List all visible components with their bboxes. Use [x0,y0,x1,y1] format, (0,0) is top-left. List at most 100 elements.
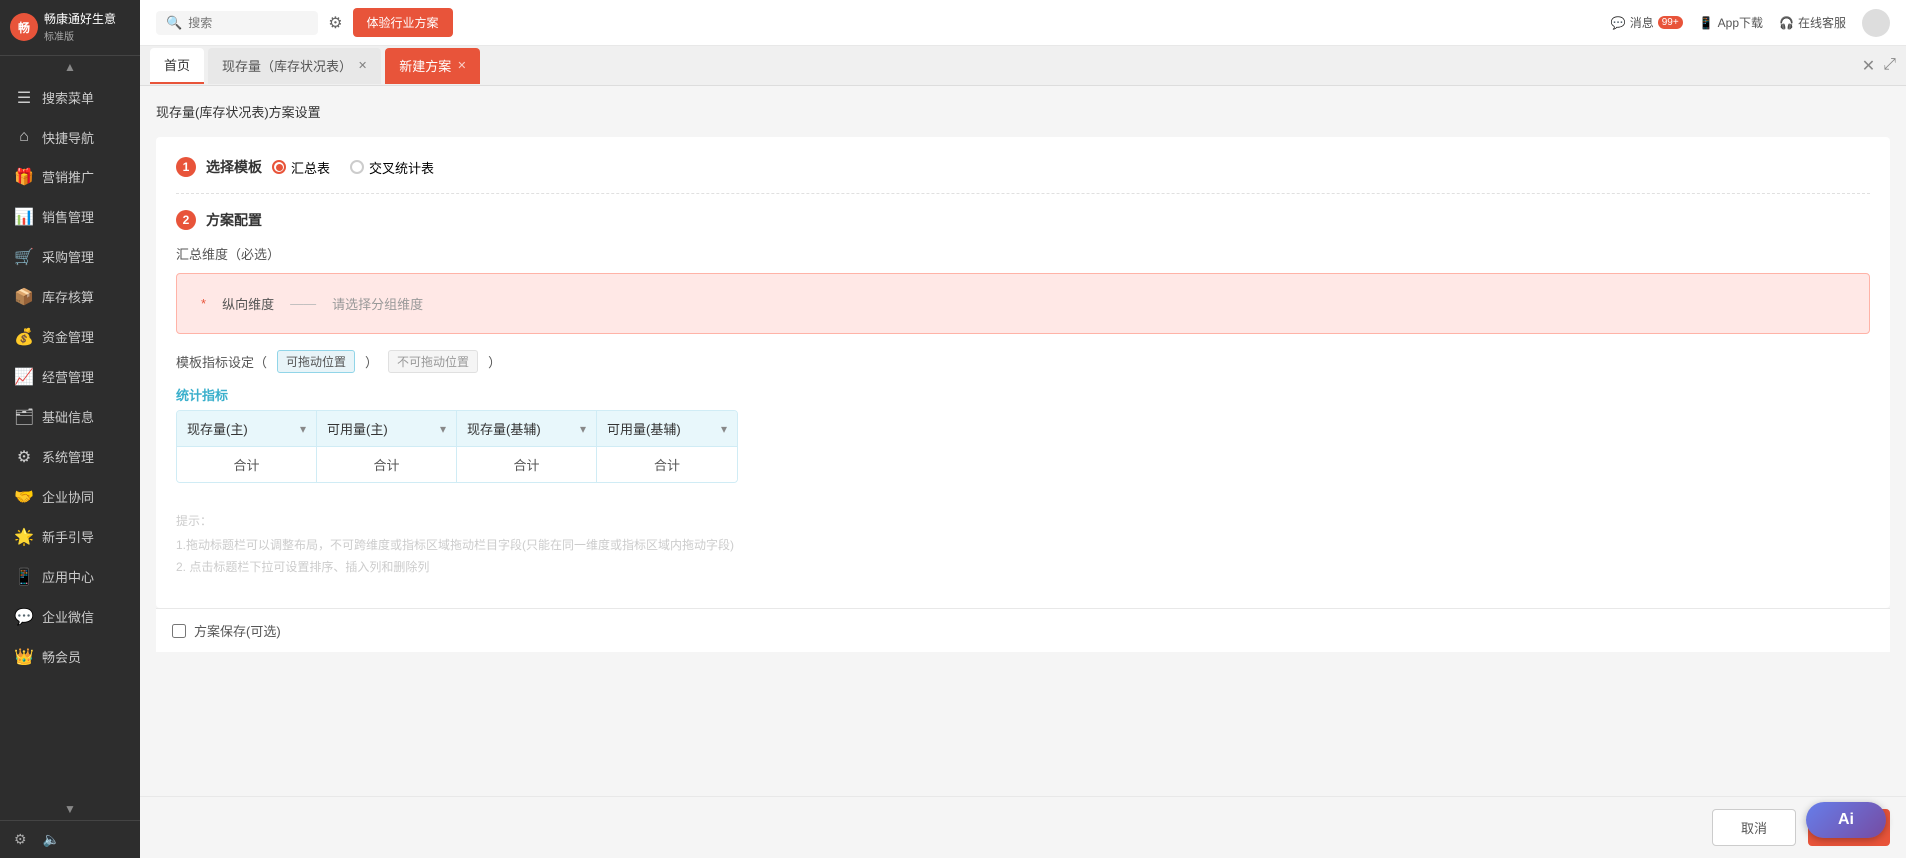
app-download-btn[interactable]: 📱 App下载 [1699,14,1763,31]
sidebar-item-member[interactable]: 👑 畅会员 [0,637,140,677]
stat-table: 现存量(主) ▾ 合计 可用量(主) ▾ 合计 [176,410,738,483]
tab-home[interactable]: 首页 [150,48,204,84]
radio-cross-label: 交叉统计表 [369,158,434,177]
topbar-search[interactable]: 🔍 [156,11,318,35]
trial-btn[interactable]: 体验行业方案 [353,8,453,37]
wechat-icon: 💬 [14,607,34,627]
draggable-tag: 可拖动位置 [277,350,355,373]
sidebar-item-basic-info[interactable]: 🗂 基础信息 [0,397,140,437]
window-expand-btn[interactable]: ⤢ [1883,56,1896,76]
stat-col-0-header[interactable]: 现存量(主) ▾ [177,411,316,447]
sidebar-item-cooperation[interactable]: 🤝 企业协同 [0,477,140,517]
content: 现存量(库存状况表)方案设置 1 选择模板 汇总表 交叉统计表 [140,86,1906,668]
indicator-close: ） [488,352,501,371]
tab-inventory-status-close[interactable]: ✕ [358,59,367,72]
sidebar-nav: ☰ 搜索菜单 ⌂ 快捷导航 🎁 营销推广 📊 销售管理 🛒 采购管理 📦 库存核… [0,78,140,798]
sidebar-item-operations[interactable]: 📈 经营管理 [0,357,140,397]
avatar[interactable] [1862,9,1890,37]
sidebar-logo: 畅 畅康通好生意 标准版 [0,0,140,56]
step1-title: 选择模板 [206,157,262,177]
step2-header: 2 方案配置 [176,210,1870,230]
online-service-btn[interactable]: 🎧 在线客服 [1779,14,1846,31]
search-input[interactable] [188,16,308,30]
tab-new-scheme-label: 新建方案 [399,56,451,75]
non-draggable-tag: 不可拖动位置 [388,350,478,373]
stat-table-wrapper: 统计指标 现存量(主) ▾ 合计 [176,385,1870,502]
radio-cross[interactable]: 交叉统计表 [350,158,434,177]
stat-col-0: 现存量(主) ▾ 合计 [177,411,317,482]
stat-table-header: 现存量(主) ▾ 合计 可用量(主) ▾ 合计 [177,411,737,482]
purchase-icon: 🛒 [14,247,34,267]
stat-section-label: 统计指标 [176,385,1870,404]
sidebar-item-marketing[interactable]: 🎁 营销推广 [0,157,140,197]
tab-home-label: 首页 [164,55,190,74]
search-menu-icon: ☰ [14,88,34,108]
vertical-dim-label: 纵向维度 [222,294,274,313]
step1-divider [176,193,1870,194]
step2-num: 2 [176,210,196,230]
window-controls: ✕ ⤢ [1862,56,1896,76]
dimension-select-box[interactable]: * 纵向维度 —— 请选择分组维度 [176,273,1870,334]
radio-cross-circle [350,160,364,174]
stat-col-3: 可用量(基辅) ▾ 合计 [597,411,737,482]
sidebar-item-sales[interactable]: 📊 销售管理 [0,197,140,237]
tab-new-scheme[interactable]: 新建方案 ✕ [385,48,480,84]
sidebar-item-app-center[interactable]: 📱 应用中心 [0,557,140,597]
speaker-icon[interactable]: 🔈 [43,831,60,848]
save-section: 方案保存(可选) [156,608,1890,652]
radio-summary-circle [272,160,286,174]
inventory-icon: 📦 [14,287,34,307]
save-label: 方案保存(可选) [194,621,281,640]
app-name: 畅康通好生意 [44,12,116,28]
app-download-label: App下载 [1718,14,1763,31]
sidebar-item-label: 经营管理 [42,367,94,386]
stat-col-2-header[interactable]: 现存量(基辅) ▾ [457,411,596,447]
step1-header: 1 选择模板 汇总表 交叉统计表 [176,157,1870,177]
ai-fab-label: Ai [1838,811,1854,829]
sidebar-item-label: 企业微信 [42,607,94,626]
sidebar-item-finance[interactable]: 💰 资金管理 [0,317,140,357]
finance-icon: 💰 [14,327,34,347]
sidebar-scroll-down[interactable]: ▼ [0,798,140,820]
message-icon: 💬 [1611,16,1626,30]
sidebar-item-inventory[interactable]: 📦 库存核算 [0,277,140,317]
sidebar: 畅 畅康通好生意 标准版 ▲ ☰ 搜索菜单 ⌂ 快捷导航 🎁 营销推广 📊 销售… [0,0,140,858]
tips-item-0: 1.拖动标题栏可以调整布局，不可跨维度或指标区域拖动栏目字段(只能在同一维度或指… [176,535,1870,557]
settings-icon[interactable]: ⚙ [14,831,27,848]
stat-col-0-cell: 合计 [177,447,316,482]
stat-col-1-cell: 合计 [317,447,456,482]
sidebar-item-label: 采购管理 [42,247,94,266]
sidebar-item-system[interactable]: ⚙ 系统管理 [0,437,140,477]
operations-icon: 📈 [14,367,34,387]
stat-col-1-header[interactable]: 可用量(主) ▾ [317,411,456,447]
tab-inventory-status[interactable]: 现存量（库存状况表） ✕ [208,48,381,84]
app-center-icon: 📱 [14,567,34,587]
ai-fab-button[interactable]: Ai [1806,802,1886,838]
sidebar-item-label: 资金管理 [42,327,94,346]
new-guide-icon: 🌟 [14,527,34,547]
sidebar-item-search-menu[interactable]: ☰ 搜索菜单 [0,78,140,118]
sidebar-item-label: 库存核算 [42,287,94,306]
sidebar-item-label: 系统管理 [42,447,94,466]
stat-col-3-header[interactable]: 可用量(基辅) ▾ [597,411,737,447]
cancel-button[interactable]: 取消 [1712,809,1796,846]
sidebar-item-purchase[interactable]: 🛒 采购管理 [0,237,140,277]
sidebar-item-new-guide[interactable]: 🌟 新手引导 [0,517,140,557]
window-close-btn[interactable]: ✕ [1862,56,1875,76]
chevron-down-icon-3: ▾ [721,422,727,436]
tab-new-scheme-close[interactable]: ✕ [457,59,466,72]
required-mark: * [201,296,206,311]
sidebar-item-label: 新手引导 [42,527,94,546]
sidebar-item-wechat[interactable]: 💬 企业微信 [0,597,140,637]
message-btn[interactable]: 💬 消息 99+ [1611,14,1683,31]
sidebar-scroll-up[interactable]: ▲ [0,56,140,78]
sidebar-item-label: 企业协同 [42,487,94,506]
indicator-settings-label: 模板指标设定（ [176,352,267,371]
step1-num: 1 [176,157,196,177]
indicator-settings: 模板指标设定（ 可拖动位置 ） 不可拖动位置 ） [176,350,1870,373]
main: 🔍 ⚙ 体验行业方案 💬 消息 99+ 📱 App下载 🎧 在线客服 首页 [140,0,1906,858]
sidebar-item-quick-nav[interactable]: ⌂ 快捷导航 [0,118,140,157]
radio-summary[interactable]: 汇总表 [272,158,330,177]
save-checkbox[interactable] [172,624,186,638]
gear-icon[interactable]: ⚙ [328,13,342,33]
